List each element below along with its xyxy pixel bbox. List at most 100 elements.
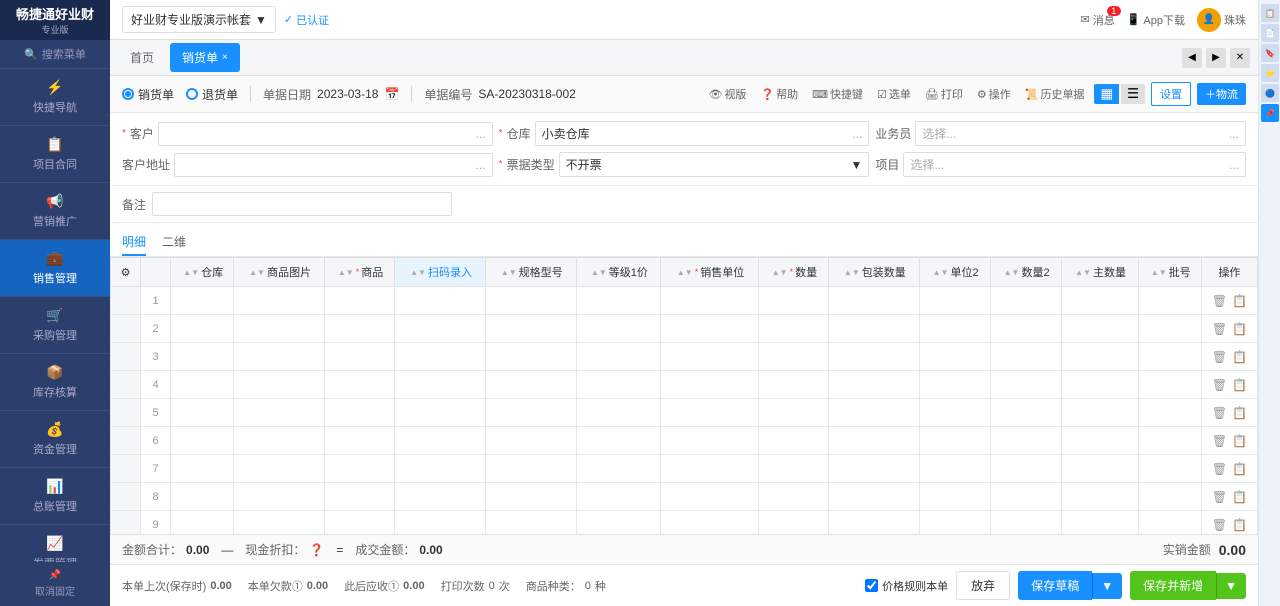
delete-row-btn[interactable]: 🗑 <box>1211 433 1227 449</box>
row-product-img[interactable] <box>234 315 325 343</box>
row-main-qty[interactable] <box>1061 343 1138 371</box>
row-warehouse[interactable] <box>171 427 234 455</box>
th-unit2[interactable]: ▲▼单位2 <box>919 258 990 287</box>
copy-row-btn[interactable]: 📋 <box>1231 433 1247 449</box>
row-sale-unit[interactable] <box>661 427 759 455</box>
delete-row-btn[interactable]: 🗑 <box>1211 489 1227 505</box>
warehouse-dots[interactable]: ... <box>852 127 862 141</box>
row-warehouse[interactable] <box>171 287 234 315</box>
row-sale-unit[interactable] <box>661 371 759 399</box>
row-warehouse[interactable] <box>171 399 234 427</box>
row-pack-qty[interactable] <box>828 427 919 455</box>
row-main-qty[interactable] <box>1061 287 1138 315</box>
th-main-qty[interactable]: ▲▼主数量 <box>1061 258 1138 287</box>
customer-input[interactable]: ... <box>158 122 493 146</box>
row-qty2[interactable] <box>990 427 1061 455</box>
row-batch[interactable] <box>1138 399 1201 427</box>
row-spec[interactable] <box>485 511 576 535</box>
sidebar-item-inventory[interactable]: 📦 库存核算 <box>0 354 110 411</box>
row-spec[interactable] <box>485 315 576 343</box>
address-dots[interactable]: ... <box>476 158 486 172</box>
row-product[interactable] <box>325 455 395 483</box>
sidebar-item-quick-nav[interactable]: ⚡ 快捷导航 <box>0 69 110 126</box>
row-product-img[interactable] <box>234 371 325 399</box>
info-icon[interactable]: ❓ <box>309 543 324 557</box>
row-spec[interactable] <box>485 371 576 399</box>
row-spec[interactable] <box>485 287 576 315</box>
row-grade-price[interactable] <box>576 399 661 427</box>
th-pack-qty[interactable]: ▲▼包装数量 <box>828 258 919 287</box>
row-sale-unit[interactable] <box>661 399 759 427</box>
project-dots[interactable]: ... <box>1229 158 1239 172</box>
tab-close-icon[interactable]: × <box>222 52 228 63</box>
sidebar-item-purchase[interactable]: 🛒 采购管理 <box>0 297 110 354</box>
save-new-arrow[interactable]: ▼ <box>1216 573 1246 599</box>
tab-mingxi[interactable]: 明细 <box>122 229 146 256</box>
row-product-img[interactable] <box>234 511 325 535</box>
row-pack-qty[interactable] <box>828 343 919 371</box>
row-pack-qty[interactable] <box>828 399 919 427</box>
address-input[interactable]: ... <box>174 153 493 177</box>
copy-row-btn[interactable]: 📋 <box>1231 461 1247 477</box>
row-pack-qty[interactable] <box>828 315 919 343</box>
row-product[interactable] <box>325 371 395 399</box>
save-draft-arrow[interactable]: ▼ <box>1092 573 1122 599</box>
row-product[interactable] <box>325 483 395 511</box>
th-sale-unit[interactable]: ▲▼*销售单位 <box>661 258 759 287</box>
row-qty2[interactable] <box>990 399 1061 427</box>
row-grade-price[interactable] <box>576 427 661 455</box>
row-spec[interactable] <box>485 455 576 483</box>
tab-next-btn[interactable]: ▶ <box>1206 48 1226 68</box>
th-quantity[interactable]: ▲▼*数量 <box>758 258 828 287</box>
row-sale-unit[interactable] <box>661 455 759 483</box>
right-icon-3[interactable]: 🔖 <box>1261 44 1279 62</box>
right-icon-6[interactable]: 📌 <box>1261 104 1279 122</box>
price-rule-checkbox[interactable]: 价格规则本单 <box>865 578 948 594</box>
row-batch[interactable] <box>1138 455 1201 483</box>
row-spec[interactable] <box>485 343 576 371</box>
warehouse-input[interactable]: 小卖仓库 ... <box>535 121 870 146</box>
row-product-img[interactable] <box>234 483 325 511</box>
row-scan[interactable] <box>395 371 486 399</box>
delete-row-btn[interactable]: 🗑 <box>1211 349 1227 365</box>
copy-row-btn[interactable]: 📋 <box>1231 349 1247 365</box>
row-scan[interactable] <box>395 427 486 455</box>
row-batch[interactable] <box>1138 343 1201 371</box>
row-product[interactable] <box>325 427 395 455</box>
history-action[interactable]: 📜 历史单据 <box>1021 84 1089 104</box>
row-sale-unit[interactable] <box>661 315 759 343</box>
calendar-icon[interactable]: 📅 <box>384 87 399 101</box>
row-qty2[interactable] <box>990 343 1061 371</box>
row-main-qty[interactable] <box>1061 455 1138 483</box>
right-icon-4[interactable]: ⭐ <box>1261 64 1279 82</box>
invoice-select[interactable]: 不开票 ▼ <box>559 152 870 177</box>
row-main-qty[interactable] <box>1061 399 1138 427</box>
print-action[interactable]: 🖨 打印 <box>921 84 967 104</box>
row-product-img[interactable] <box>234 427 325 455</box>
save-draft-button[interactable]: 保存草稿 <box>1018 571 1092 600</box>
th-product[interactable]: ▲▼*商品 <box>325 258 395 287</box>
row-grade-price[interactable] <box>576 315 661 343</box>
th-batch[interactable]: ▲▼批号 <box>1138 258 1201 287</box>
row-pack-qty[interactable] <box>828 511 919 535</box>
row-warehouse[interactable] <box>171 343 234 371</box>
copy-row-btn[interactable]: 📋 <box>1231 489 1247 505</box>
tab-home[interactable]: 首页 <box>118 43 166 72</box>
radio-return[interactable]: 退货单 <box>186 86 238 103</box>
tab-sales-order[interactable]: 销货单 × <box>170 43 240 72</box>
delete-row-btn[interactable]: 🗑 <box>1211 293 1227 309</box>
row-scan[interactable] <box>395 315 486 343</box>
row-quantity[interactable] <box>758 371 828 399</box>
setup-button[interactable]: 设置 <box>1151 82 1191 106</box>
row-pack-qty[interactable] <box>828 483 919 511</box>
view-action[interactable]: 👁 视版 <box>704 84 750 104</box>
row-grade-price[interactable] <box>576 371 661 399</box>
sidebar-item-finance[interactable]: 💰 资金管理 <box>0 411 110 468</box>
tab-erwei[interactable]: 二维 <box>162 229 186 256</box>
row-quantity[interactable] <box>758 511 828 535</box>
abandon-button[interactable]: 放弃 <box>956 571 1010 600</box>
sidebar-item-sales[interactable]: 💼 销售管理 <box>0 240 110 297</box>
search-menu-item[interactable]: 🔍 搜索菜单 <box>0 40 110 69</box>
row-main-qty[interactable] <box>1061 427 1138 455</box>
row-sale-unit[interactable] <box>661 511 759 535</box>
